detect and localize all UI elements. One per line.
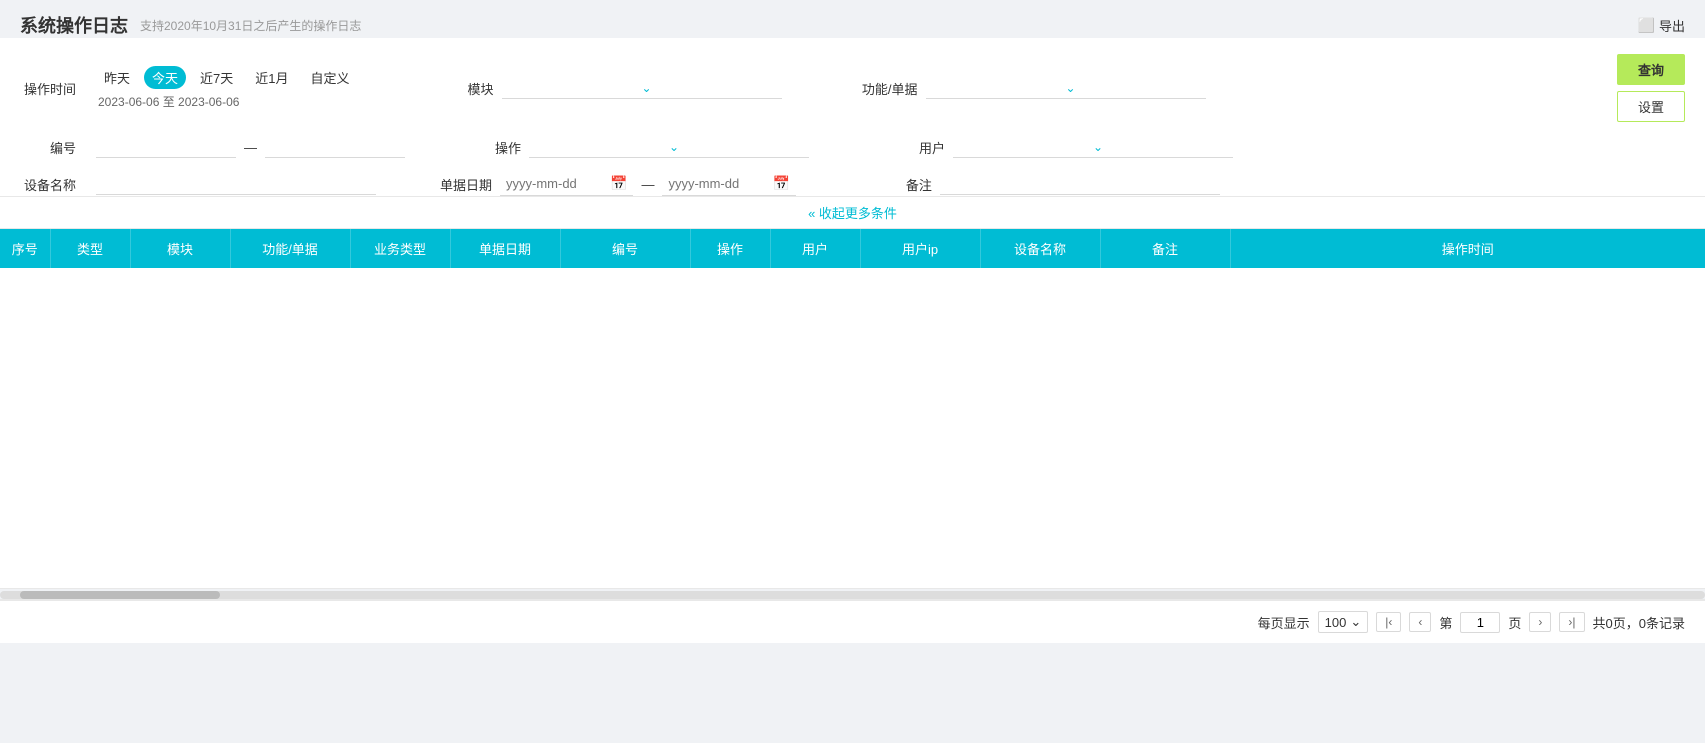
col-operation: 操作: [690, 229, 770, 268]
time-group: 昨天 今天 近7天 近1月 自定义 2023-06-06 至 2023-06-0…: [96, 66, 358, 110]
page-label: 第: [1439, 613, 1452, 632]
settings-button[interactable]: 设置: [1617, 91, 1685, 122]
total-info: 共0页，0条记录: [1593, 613, 1685, 632]
operation-select[interactable]: ⌄: [529, 137, 809, 158]
page-header: 系统操作日志 支持2020年10月31日之后产生的操作日志 ⬜ 导出: [0, 0, 1705, 38]
voucher-date-end-wrap: 📅: [662, 172, 795, 196]
page-unit: 页: [1508, 613, 1521, 632]
number-start-input[interactable]: [96, 136, 236, 158]
scrollbar-thumb[interactable]: [20, 591, 220, 599]
col-voucher-date: 单据日期: [450, 229, 560, 268]
page-number-input[interactable]: [1460, 612, 1500, 633]
table-header-row: 序号 类型 模块 功能/单据 业务类型 单据日期 编号 操作 用户 用户ip 设…: [0, 229, 1705, 268]
filter-row-2: 编号 — 操作 ⌄ 用户 ⌄: [20, 136, 1685, 158]
date-range-display: 2023-06-06 至 2023-06-06: [96, 93, 358, 110]
voucher-date-start-wrap: 📅: [500, 172, 633, 196]
pagination-bar: 每页显示 100 ⌄ |‹ ‹ 第 页 › ›| 共0页，0条记录: [0, 600, 1705, 643]
next-page-button[interactable]: ›: [1529, 612, 1551, 632]
calendar-end-icon[interactable]: 📅: [772, 175, 789, 192]
number-end-input[interactable]: [265, 136, 405, 158]
col-number: 编号: [560, 229, 690, 268]
voucher-date-filter: 单据日期 📅 — 📅: [436, 172, 796, 196]
per-page-arrow: ⌄: [1350, 614, 1361, 630]
user-dropdown-arrow: ⌄: [1093, 140, 1227, 154]
function-filter: 功能/单据 ⌄: [862, 78, 1206, 99]
col-function: 功能/单据: [230, 229, 350, 268]
time-btn-today[interactable]: 今天: [144, 66, 186, 89]
function-label: 功能/单据: [862, 79, 918, 98]
remark-filter: 备注: [876, 173, 1220, 195]
module-label: 模块: [438, 79, 494, 98]
time-btn-1month[interactable]: 近1月: [247, 66, 296, 89]
module-select[interactable]: ⌄: [502, 78, 782, 99]
per-page-label: 每页显示: [1258, 613, 1310, 632]
per-page-value: 100: [1325, 615, 1347, 630]
user-label: 用户: [889, 138, 945, 157]
col-user: 用户: [770, 229, 860, 268]
last-page-button[interactable]: ›|: [1559, 612, 1584, 632]
col-op-time: 操作时间: [1230, 229, 1705, 268]
col-remark: 备注: [1100, 229, 1230, 268]
table-section: 序号 类型 模块 功能/单据 业务类型 单据日期 编号 操作 用户 用户ip 设…: [0, 229, 1705, 588]
time-btn-custom[interactable]: 自定义: [303, 66, 358, 89]
remark-input[interactable]: [940, 173, 1220, 195]
operation-label: 操作: [465, 138, 521, 157]
operation-dropdown-arrow: ⌄: [669, 140, 803, 154]
number-range-group: —: [96, 136, 405, 158]
collapse-bar[interactable]: « 收起更多条件: [0, 196, 1705, 229]
user-filter: 用户 ⌄: [889, 137, 1233, 158]
voucher-date-label: 单据日期: [436, 175, 492, 194]
function-dropdown-arrow: ⌄: [1066, 81, 1200, 95]
export-icon: ⬜: [1638, 17, 1655, 34]
filter-row-3: 设备名称 单据日期 📅 — 📅 备注: [20, 172, 1685, 196]
time-btn-yesterday[interactable]: 昨天: [96, 66, 138, 89]
col-type: 类型: [50, 229, 130, 268]
voucher-date-end-input[interactable]: [668, 176, 768, 191]
number-label: 编号: [20, 138, 76, 157]
number-dash: —: [244, 140, 257, 155]
function-select[interactable]: ⌄: [926, 78, 1206, 99]
col-device: 设备名称: [980, 229, 1100, 268]
per-page-select[interactable]: 100 ⌄: [1318, 611, 1369, 633]
filter-row-1: 操作时间 昨天 今天 近7天 近1月 自定义 2023-06-06 至 2023…: [20, 54, 1685, 122]
device-label: 设备名称: [20, 175, 76, 194]
first-page-button[interactable]: |‹: [1376, 612, 1401, 632]
col-module: 模块: [130, 229, 230, 268]
filter-section: 操作时间 昨天 今天 近7天 近1月 自定义 2023-06-06 至 2023…: [0, 38, 1705, 196]
page-subtitle: 支持2020年10月31日之后产生的操作日志: [140, 17, 361, 34]
user-select[interactable]: ⌄: [953, 137, 1233, 158]
time-buttons: 昨天 今天 近7天 近1月 自定义: [96, 66, 358, 89]
device-input[interactable]: [96, 173, 376, 195]
query-button[interactable]: 查询: [1617, 54, 1685, 85]
time-btn-7days[interactable]: 近7天: [192, 66, 241, 89]
operation-time-label: 操作时间: [20, 79, 76, 98]
col-biz-type: 业务类型: [350, 229, 450, 268]
data-table: 序号 类型 模块 功能/单据 业务类型 单据日期 编号 操作 用户 用户ip 设…: [0, 229, 1705, 268]
collapse-label: 收起更多条件: [819, 206, 897, 221]
voucher-date-start-input[interactable]: [506, 176, 606, 191]
voucher-date-dash: —: [641, 177, 654, 192]
col-user-ip: 用户ip: [860, 229, 980, 268]
page-title: 系统操作日志: [20, 12, 128, 38]
export-button[interactable]: ⬜ 导出: [1638, 16, 1685, 35]
scrollbar-track: [0, 591, 1705, 599]
module-filter: 模块 ⌄: [438, 78, 782, 99]
operation-filter: 操作 ⌄: [465, 137, 809, 158]
action-buttons: 查询 设置: [1617, 54, 1685, 122]
calendar-start-icon[interactable]: 📅: [610, 175, 627, 192]
prev-page-button[interactable]: ‹: [1409, 612, 1431, 632]
collapse-icon: «: [808, 206, 819, 221]
remark-label: 备注: [876, 175, 932, 194]
empty-area: [0, 268, 1705, 588]
col-seq: 序号: [0, 229, 50, 268]
horizontal-scrollbar[interactable]: [0, 588, 1705, 600]
module-dropdown-arrow: ⌄: [642, 81, 776, 95]
